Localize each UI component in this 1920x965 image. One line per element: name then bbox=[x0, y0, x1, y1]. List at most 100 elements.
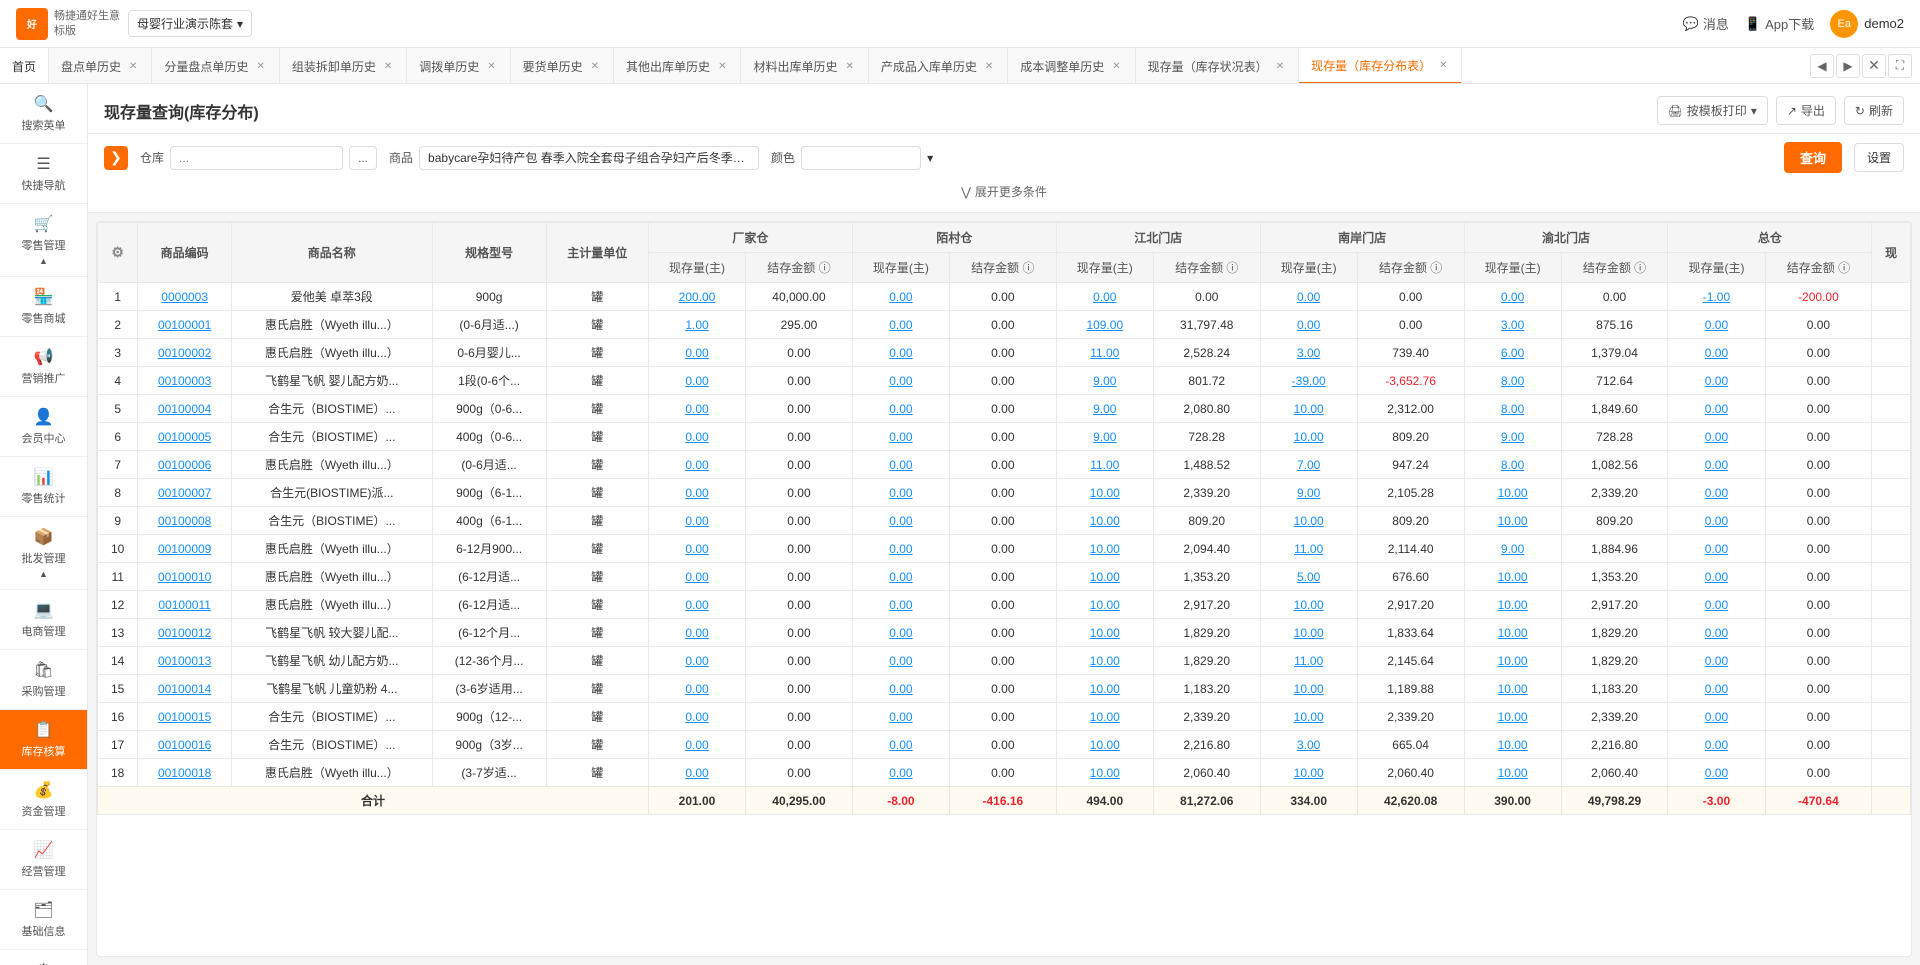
row-yb-qty[interactable]: 10.00 bbox=[1464, 675, 1561, 703]
tab-close-material-out[interactable]: ✕ bbox=[843, 59, 855, 74]
row-code[interactable]: 00100016 bbox=[138, 731, 232, 759]
tab-stock-status[interactable]: 现存量（库存状况表）✕ bbox=[1136, 48, 1299, 83]
row-zc-qty[interactable]: 0.00 bbox=[1668, 451, 1765, 479]
row-yb-qty[interactable]: 8.00 bbox=[1464, 367, 1561, 395]
tab-close-all-btn[interactable]: ✕ bbox=[1862, 54, 1886, 78]
row-jb-qty[interactable]: 9.00 bbox=[1056, 395, 1153, 423]
row-code[interactable]: 00100013 bbox=[138, 647, 232, 675]
row-code[interactable]: 00100012 bbox=[138, 619, 232, 647]
row-yb-qty[interactable]: 9.00 bbox=[1464, 423, 1561, 451]
tab-transfer[interactable]: 调拨单历史✕ bbox=[407, 48, 510, 83]
row-yb-qty[interactable]: 6.00 bbox=[1464, 339, 1561, 367]
row-na-qty[interactable]: -39.00 bbox=[1260, 367, 1357, 395]
row-code[interactable]: 00100018 bbox=[138, 759, 232, 787]
row-yb-qty[interactable]: 9.00 bbox=[1464, 535, 1561, 563]
sidebar-item-wholesale[interactable]: 📦批发管理▲ bbox=[0, 517, 87, 590]
row-fac-qty[interactable]: 0.00 bbox=[648, 367, 745, 395]
row-fac-qty[interactable]: 0.00 bbox=[648, 395, 745, 423]
row-zc-qty[interactable]: 0.00 bbox=[1668, 507, 1765, 535]
row-mc-qty[interactable]: 0.00 bbox=[852, 759, 949, 787]
tab-material-out[interactable]: 材料出库单历史✕ bbox=[741, 48, 868, 83]
row-mc-qty[interactable]: 0.00 bbox=[852, 395, 949, 423]
row-yb-qty[interactable]: 10.00 bbox=[1464, 647, 1561, 675]
tab-close-transfer[interactable]: ✕ bbox=[485, 59, 497, 74]
row-jb-qty[interactable]: 9.00 bbox=[1056, 367, 1153, 395]
row-mc-qty[interactable]: 0.00 bbox=[852, 451, 949, 479]
row-jb-qty[interactable]: 0.00 bbox=[1056, 283, 1153, 311]
row-code[interactable]: 00100010 bbox=[138, 563, 232, 591]
row-fac-qty[interactable]: 0.00 bbox=[648, 591, 745, 619]
expand-arrow-btn[interactable]: ❯ bbox=[104, 146, 128, 170]
tab-stock-single2[interactable]: 分量盘点单历史✕ bbox=[152, 48, 279, 83]
message-btn[interactable]: 💬 消息 bbox=[1683, 14, 1729, 33]
row-fac-qty[interactable]: 0.00 bbox=[648, 423, 745, 451]
org-selector[interactable]: 母婴行业演示陈套 ▾ bbox=[128, 10, 252, 37]
row-yb-qty[interactable]: 10.00 bbox=[1464, 731, 1561, 759]
tab-next-btn[interactable]: ▶ bbox=[1836, 54, 1860, 78]
row-fac-qty[interactable]: 0.00 bbox=[648, 619, 745, 647]
row-fac-qty[interactable]: 0.00 bbox=[648, 507, 745, 535]
row-fac-qty[interactable]: 0.00 bbox=[648, 759, 745, 787]
sidebar-item-purchase[interactable]: 🛍采购管理 bbox=[0, 650, 87, 710]
tab-combine[interactable]: 组装拆卸单历史✕ bbox=[280, 48, 407, 83]
color-input[interactable] bbox=[801, 146, 921, 170]
tab-close-stock-single2[interactable]: ✕ bbox=[254, 59, 266, 74]
row-code[interactable]: 00100003 bbox=[138, 367, 232, 395]
row-yb-qty[interactable]: 10.00 bbox=[1464, 563, 1561, 591]
row-jb-qty[interactable]: 10.00 bbox=[1056, 647, 1153, 675]
row-fac-qty[interactable]: 0.00 bbox=[648, 535, 745, 563]
row-mc-qty[interactable]: 0.00 bbox=[852, 283, 949, 311]
row-jb-qty[interactable]: 109.00 bbox=[1056, 311, 1153, 339]
row-zc-qty[interactable]: 0.00 bbox=[1668, 535, 1765, 563]
tab-prev-btn[interactable]: ◀ bbox=[1810, 54, 1834, 78]
row-mc-qty[interactable]: 0.00 bbox=[852, 507, 949, 535]
row-zc-qty[interactable]: 0.00 bbox=[1668, 367, 1765, 395]
sidebar-item-nav[interactable]: ☰快捷导航 bbox=[0, 144, 87, 204]
row-fac-qty[interactable]: 0.00 bbox=[648, 731, 745, 759]
row-na-qty[interactable]: 10.00 bbox=[1260, 423, 1357, 451]
row-jb-qty[interactable]: 10.00 bbox=[1056, 619, 1153, 647]
row-mc-qty[interactable]: 0.00 bbox=[852, 311, 949, 339]
row-na-qty[interactable]: 7.00 bbox=[1260, 451, 1357, 479]
row-code[interactable]: 00100014 bbox=[138, 675, 232, 703]
row-na-qty[interactable]: 10.00 bbox=[1260, 759, 1357, 787]
tab-cost-adjust[interactable]: 成本调整单历史✕ bbox=[1008, 48, 1135, 83]
row-jb-qty[interactable]: 11.00 bbox=[1056, 451, 1153, 479]
row-yb-qty[interactable]: 8.00 bbox=[1464, 395, 1561, 423]
row-zc-qty[interactable]: 0.00 bbox=[1668, 591, 1765, 619]
row-fac-qty[interactable]: 200.00 bbox=[648, 283, 745, 311]
row-jb-qty[interactable]: 11.00 bbox=[1056, 339, 1153, 367]
row-na-qty[interactable]: 10.00 bbox=[1260, 619, 1357, 647]
sidebar-item-retail[interactable]: 🛒零售管理▲ bbox=[0, 204, 87, 277]
row-jb-qty[interactable]: 10.00 bbox=[1056, 591, 1153, 619]
row-mc-qty[interactable]: 0.00 bbox=[852, 591, 949, 619]
tab-close-stock-dist[interactable]: ✕ bbox=[1437, 58, 1449, 73]
row-na-qty[interactable]: 5.00 bbox=[1260, 563, 1357, 591]
tab-stock-single[interactable]: 盘点单历史✕ bbox=[49, 48, 152, 83]
row-jb-qty[interactable]: 10.00 bbox=[1056, 675, 1153, 703]
row-code[interactable]: 0000003 bbox=[138, 283, 232, 311]
refresh-btn[interactable]: ↻ 刷新 bbox=[1844, 96, 1904, 125]
row-na-qty[interactable]: 10.00 bbox=[1260, 591, 1357, 619]
row-yb-qty[interactable]: 10.00 bbox=[1464, 479, 1561, 507]
row-na-qty[interactable]: 3.00 bbox=[1260, 731, 1357, 759]
row-code[interactable]: 00100008 bbox=[138, 507, 232, 535]
tab-home[interactable]: 首页 bbox=[0, 48, 49, 83]
sidebar-item-marketing[interactable]: 📢营销推广 bbox=[0, 337, 87, 397]
sidebar-item-member[interactable]: 👤会员中心 bbox=[0, 397, 87, 457]
row-zc-qty[interactable]: 0.00 bbox=[1668, 339, 1765, 367]
sidebar-item-operation[interactable]: 📈经营管理 bbox=[0, 830, 87, 890]
row-zc-qty[interactable]: 0.00 bbox=[1668, 675, 1765, 703]
row-fac-qty[interactable]: 0.00 bbox=[648, 703, 745, 731]
tab-close-other-out[interactable]: ✕ bbox=[716, 59, 728, 74]
row-jb-qty[interactable]: 10.00 bbox=[1056, 507, 1153, 535]
row-fac-qty[interactable]: 1.00 bbox=[648, 311, 745, 339]
tab-close-product-in[interactable]: ✕ bbox=[983, 59, 995, 74]
row-na-qty[interactable]: 9.00 bbox=[1260, 479, 1357, 507]
search-btn[interactable]: 查询 bbox=[1784, 142, 1842, 173]
row-jb-qty[interactable]: 10.00 bbox=[1056, 731, 1153, 759]
tab-close-stock-single[interactable]: ✕ bbox=[127, 59, 139, 74]
row-code[interactable]: 00100005 bbox=[138, 423, 232, 451]
row-zc-qty[interactable]: 0.00 bbox=[1668, 619, 1765, 647]
row-zc-qty[interactable]: 0.00 bbox=[1668, 759, 1765, 787]
